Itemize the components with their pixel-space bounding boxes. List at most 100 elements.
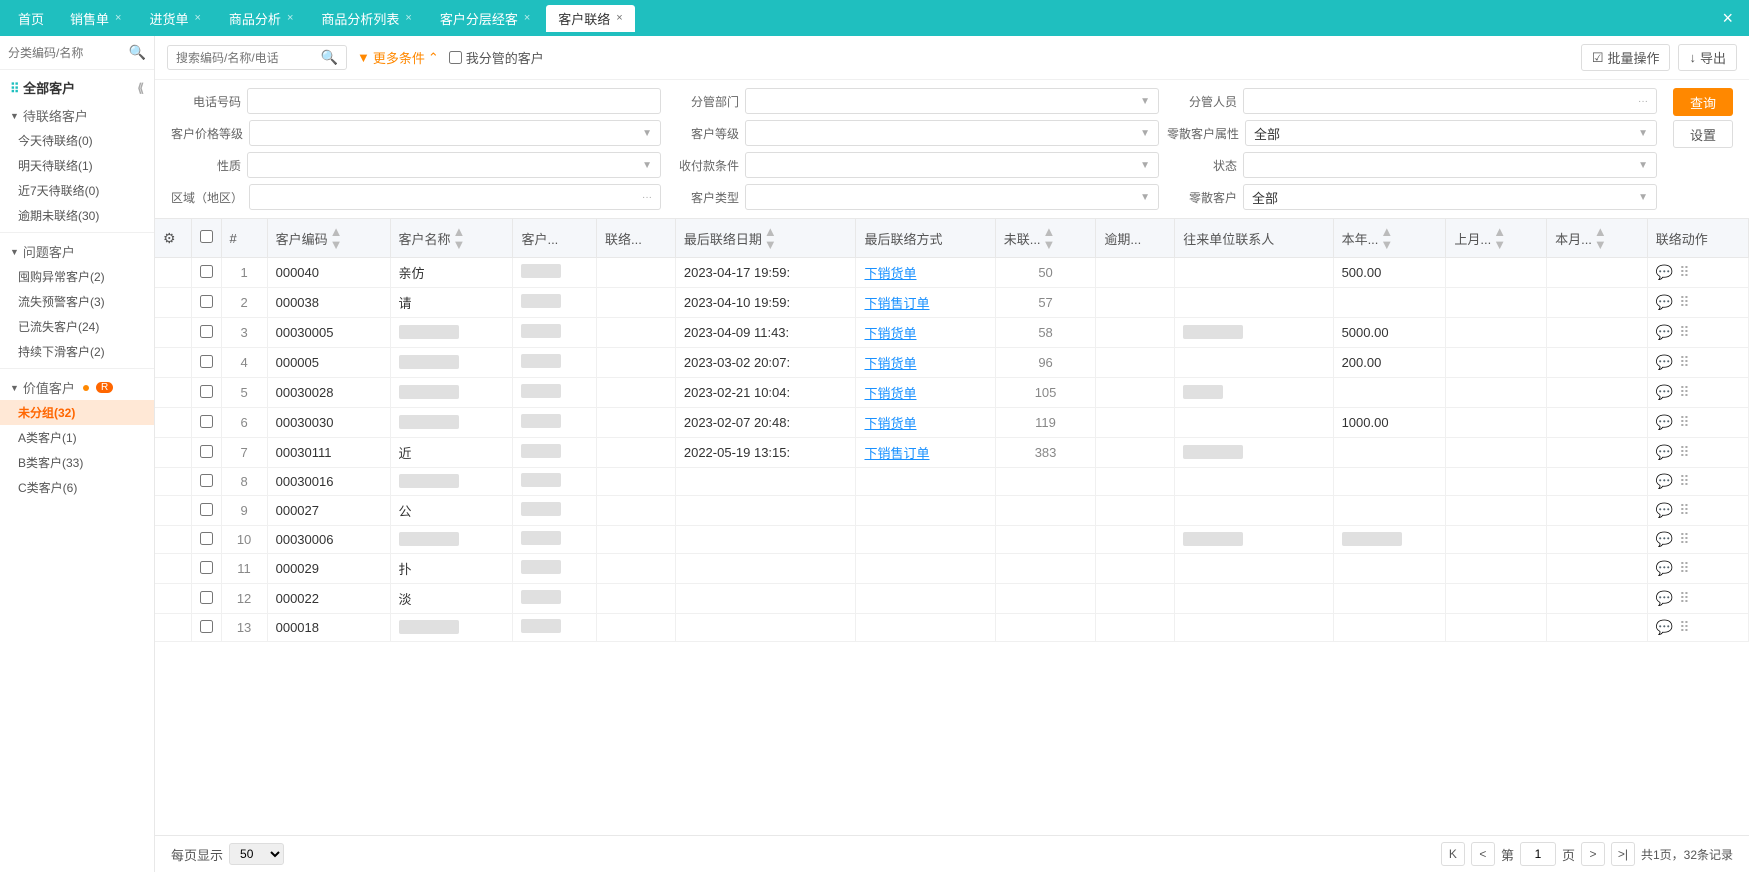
nav-home[interactable]: 首页 bbox=[8, 5, 54, 32]
row-checkbox-cell[interactable] bbox=[191, 526, 221, 554]
sidebar-item-churn-warn[interactable]: 流失预警客户(3) bbox=[0, 289, 154, 314]
action-contact-icon[interactable]: 💬 bbox=[1656, 294, 1673, 311]
action-contact-icon[interactable]: 💬 bbox=[1656, 560, 1673, 577]
action-contact-icon[interactable]: 💬 bbox=[1656, 264, 1673, 281]
th-contact[interactable]: 联络... bbox=[596, 219, 675, 258]
last-way-link[interactable]: 下销售订单 bbox=[864, 446, 929, 461]
row-checkbox[interactable] bbox=[200, 532, 213, 545]
gear-icon[interactable]: ⚙ bbox=[163, 230, 176, 246]
row-checkbox-cell[interactable] bbox=[191, 288, 221, 318]
sidebar-item-ungrouped[interactable]: 未分组(32) bbox=[0, 400, 154, 425]
row-checkbox-cell[interactable] bbox=[191, 554, 221, 584]
row-checkbox-cell[interactable] bbox=[191, 468, 221, 496]
sidebar-search-icon[interactable]: 🔍 bbox=[129, 44, 146, 61]
nav-tab-customer-contact-close[interactable]: × bbox=[616, 12, 622, 24]
sidebar-item-churned[interactable]: 已流失客户(24) bbox=[0, 314, 154, 339]
th-gear[interactable]: ⚙ bbox=[155, 219, 191, 258]
cust-level-select[interactable]: ▼ bbox=[745, 120, 1159, 146]
page-number-input[interactable] bbox=[1520, 842, 1556, 866]
last-way-link[interactable]: 下销售订单 bbox=[864, 296, 929, 311]
action-contact-icon[interactable]: 💬 bbox=[1656, 354, 1673, 371]
action-more-icon[interactable]: ⠿ bbox=[1679, 264, 1689, 281]
action-contact-icon[interactable]: 💬 bbox=[1656, 619, 1673, 636]
th-last-date[interactable]: 最后联络日期▲▼ bbox=[675, 219, 856, 258]
sidebar-item-7day-pending[interactable]: 近7天待联络(0) bbox=[0, 178, 154, 203]
th-code[interactable]: 客户编码▲▼ bbox=[267, 219, 390, 258]
row-checkbox[interactable] bbox=[200, 415, 213, 428]
row-checkbox-cell[interactable] bbox=[191, 318, 221, 348]
export-btn[interactable]: ↓ 导出 bbox=[1678, 44, 1737, 71]
action-more-icon[interactable]: ⠿ bbox=[1679, 531, 1689, 548]
action-more-icon[interactable]: ⠿ bbox=[1679, 324, 1689, 341]
query-button[interactable]: 查询 bbox=[1673, 88, 1733, 116]
row-checkbox[interactable] bbox=[200, 503, 213, 516]
dept-select[interactable]: ▼ bbox=[745, 88, 1159, 114]
row-checkbox-cell[interactable] bbox=[191, 258, 221, 288]
action-more-icon[interactable]: ⠿ bbox=[1679, 473, 1689, 490]
last-way-link[interactable]: 下销货单 bbox=[864, 356, 916, 371]
row-checkbox[interactable] bbox=[200, 295, 213, 308]
action-more-icon[interactable]: ⠿ bbox=[1679, 502, 1689, 519]
cust-type-select[interactable]: ▼ bbox=[745, 184, 1159, 210]
phone-input[interactable] bbox=[247, 88, 661, 114]
window-close-button[interactable]: × bbox=[1714, 8, 1741, 29]
price-level-select[interactable]: ▼ bbox=[249, 120, 661, 146]
my-customers-checkbox[interactable] bbox=[449, 51, 462, 64]
nav-tab-analysis[interactable]: 商品分析 × bbox=[217, 5, 305, 32]
prev-page-btn[interactable]: < bbox=[1471, 842, 1495, 866]
row-checkbox-cell[interactable] bbox=[191, 348, 221, 378]
manager-select[interactable]: ··· bbox=[1243, 88, 1657, 114]
action-more-icon[interactable]: ⠿ bbox=[1679, 384, 1689, 401]
last-way-link[interactable]: 下销货单 bbox=[864, 326, 916, 341]
sidebar-item-declining[interactable]: 持续下滑客户(2) bbox=[0, 339, 154, 364]
row-checkbox[interactable] bbox=[200, 355, 213, 368]
row-checkbox[interactable] bbox=[200, 385, 213, 398]
row-checkbox[interactable] bbox=[200, 620, 213, 633]
last-way-link[interactable]: 下销货单 bbox=[864, 266, 916, 281]
sidebar-item-overdue-pending[interactable]: 逾期未联络(30) bbox=[0, 203, 154, 228]
action-contact-icon[interactable]: 💬 bbox=[1656, 531, 1673, 548]
all-customers-header[interactable]: ⠿ 全部客户 ⟪ bbox=[0, 70, 154, 101]
nav-tab-analysis-close[interactable]: × bbox=[287, 12, 293, 24]
action-more-icon[interactable]: ⠿ bbox=[1679, 590, 1689, 607]
action-contact-icon[interactable]: 💬 bbox=[1656, 324, 1673, 341]
action-more-icon[interactable]: ⠿ bbox=[1679, 354, 1689, 371]
retail-cust-select[interactable]: 全部 ▼ bbox=[1243, 184, 1657, 210]
row-checkbox-cell[interactable] bbox=[191, 614, 221, 642]
last-way-link[interactable]: 下销货单 bbox=[864, 416, 916, 431]
row-checkbox[interactable] bbox=[200, 265, 213, 278]
nav-tab-analysis-list-close[interactable]: × bbox=[405, 12, 411, 24]
sidebar-item-class-c[interactable]: C类客户(6) bbox=[0, 475, 154, 500]
row-checkbox[interactable] bbox=[200, 474, 213, 487]
nav-tab-customer-contact[interactable]: 客户联络 × bbox=[546, 5, 634, 32]
nature-select[interactable]: ▼ bbox=[247, 152, 661, 178]
action-more-icon[interactable]: ⠿ bbox=[1679, 444, 1689, 461]
th-checkbox[interactable] bbox=[191, 219, 221, 258]
sidebar-item-class-b[interactable]: B类客户(33) bbox=[0, 450, 154, 475]
row-checkbox-cell[interactable] bbox=[191, 408, 221, 438]
retail-attr-select[interactable]: 全部 ▼ bbox=[1245, 120, 1657, 146]
row-checkbox-cell[interactable] bbox=[191, 378, 221, 408]
row-checkbox-cell[interactable] bbox=[191, 584, 221, 614]
my-customers-checkbox-label[interactable]: 我分管的客户 bbox=[449, 48, 544, 67]
sidebar-item-class-a[interactable]: A类客户(1) bbox=[0, 425, 154, 450]
last-way-link[interactable]: 下销货单 bbox=[864, 386, 916, 401]
last-page-btn[interactable]: >| bbox=[1611, 842, 1635, 866]
action-contact-icon[interactable]: 💬 bbox=[1656, 414, 1673, 431]
action-more-icon[interactable]: ⠿ bbox=[1679, 294, 1689, 311]
action-contact-icon[interactable]: 💬 bbox=[1656, 444, 1673, 461]
action-more-icon[interactable]: ⠿ bbox=[1679, 560, 1689, 577]
nav-tab-sales-close[interactable]: × bbox=[115, 12, 121, 24]
action-contact-icon[interactable]: 💬 bbox=[1656, 502, 1673, 519]
action-more-icon[interactable]: ⠿ bbox=[1679, 414, 1689, 431]
action-contact-icon[interactable]: 💬 bbox=[1656, 473, 1673, 490]
search-input[interactable] bbox=[176, 51, 315, 65]
th-type[interactable]: 客户... bbox=[513, 219, 597, 258]
more-conditions-btn[interactable]: ▼ 更多条件 ⌃ bbox=[357, 48, 439, 67]
status-select[interactable]: ▼ bbox=[1243, 152, 1657, 178]
search-button[interactable]: 🔍 bbox=[321, 49, 338, 66]
payment-select[interactable]: ▼ bbox=[745, 152, 1159, 178]
action-contact-icon[interactable]: 💬 bbox=[1656, 590, 1673, 607]
row-checkbox[interactable] bbox=[200, 445, 213, 458]
sidebar-collapse-btn[interactable]: ⟪ bbox=[137, 81, 144, 95]
